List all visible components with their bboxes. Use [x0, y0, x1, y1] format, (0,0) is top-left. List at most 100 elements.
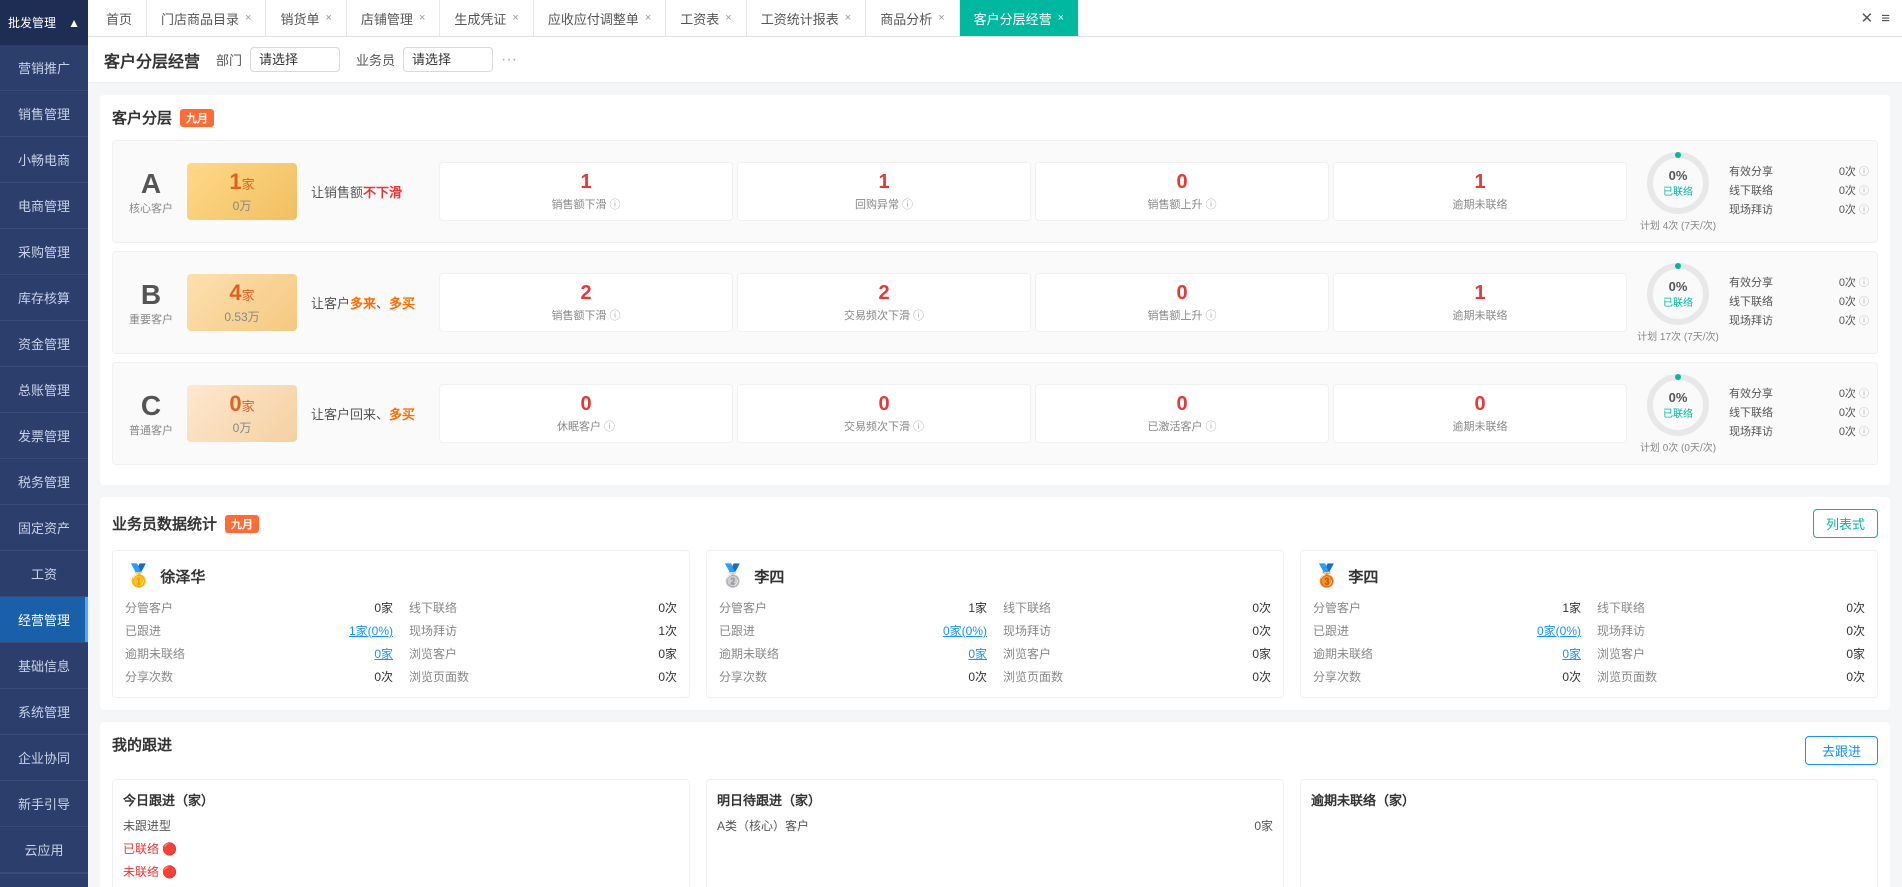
tab-close-icon[interactable]: × — [325, 12, 331, 24]
biz-name: 李四 — [754, 566, 784, 587]
sidebar-header[interactable]: 批发管理 ▲ — [0, 0, 88, 45]
tab-客户分层经营[interactable]: 客户分层经营× — [960, 0, 1079, 36]
medal-icon: 🥇 — [125, 563, 152, 589]
tab-close-all-icon[interactable]: ✕ — [1861, 9, 1874, 27]
stat-card[interactable]: 1回购异常 ⓘ — [737, 162, 1031, 221]
tier-row-C: C普通客户0家0万让客户回来、多买0休眠客户 ⓘ0交易频次下滑 ⓘ0已激活客户 … — [112, 362, 1878, 465]
sidebar-item-固定资产[interactable]: 固定资产 — [0, 505, 88, 551]
right-stat-item: 现场拜访0次 ⓘ — [1729, 312, 1869, 328]
tab-close-icon[interactable]: × — [512, 12, 518, 24]
sidebar-item-小畅电商[interactable]: 小畅电商 — [0, 137, 88, 183]
tier-suggestion-C: 让客户回来、多买 — [303, 404, 433, 423]
biz-row-value: 0次 — [658, 599, 677, 616]
stat-card[interactable]: 0已激活客户 ⓘ — [1035, 384, 1329, 443]
sidebar-item-发票管理[interactable]: 发票管理 — [0, 413, 88, 459]
circle-stat-A: 0% 已联络 计划 4次 (7天/次) — [1633, 151, 1723, 232]
page-title: 客户分层经营 — [104, 48, 200, 72]
biz-rows-2: 分管客户1家线下联络0次已跟进0家(0%)现场拜访0次逾期未联络0家浏览客户0家… — [1313, 599, 1865, 685]
biz-data-row: 浏览客户0家 — [409, 645, 677, 662]
month-badge: 九月 — [180, 109, 214, 127]
tab-close-icon[interactable]: × — [245, 12, 251, 24]
biz-row-value[interactable]: 0家 — [1562, 645, 1581, 662]
biz-title: 业务员数据统计 九月 — [112, 513, 259, 534]
tab-close-icon[interactable]: × — [938, 12, 944, 24]
tab-生成凭证[interactable]: 生成凭证× — [440, 0, 533, 36]
tab-应收应付调整单[interactable]: 应收应付调整单× — [534, 0, 666, 36]
stat-card[interactable]: 0交易频次下滑 ⓘ — [737, 384, 1031, 443]
right-stat-item: 现场拜访0次 ⓘ — [1729, 201, 1869, 217]
sidebar-item-系统管理[interactable]: 系统管理 — [0, 689, 88, 735]
tab-工资统计报表[interactable]: 工资统计报表× — [747, 0, 866, 36]
biz-row-value[interactable]: 0家(0%) — [1537, 622, 1581, 639]
goto-followup-button[interactable]: 去跟进 — [1805, 736, 1878, 765]
sidebar-item-工资[interactable]: 工资 — [0, 551, 88, 597]
sidebar-item-企业协同[interactable]: 企业协同 — [0, 735, 88, 781]
biz-data-row: 已跟进0家(0%) — [719, 622, 987, 639]
tab-首页[interactable]: 首页 — [92, 0, 147, 36]
biz-row-value[interactable]: 1家(0%) — [349, 622, 393, 639]
biz-row-value[interactable]: 0家 — [374, 645, 393, 662]
tab-商品分析[interactable]: 商品分析× — [866, 0, 959, 36]
biz-row-value: 0家 — [1846, 645, 1865, 662]
stat-card[interactable]: 1逾期未联络 — [1333, 162, 1627, 221]
sidebar-item-税务管理[interactable]: 税务管理 — [0, 459, 88, 505]
staff-label: 业务员 — [356, 50, 395, 69]
sidebar-item-新手引导[interactable]: 新手引导 — [0, 781, 88, 827]
tab-销货单[interactable]: 销货单× — [266, 0, 346, 36]
sidebar-item-电商管理[interactable]: 电商管理 — [0, 183, 88, 229]
tab-menu-icon[interactable]: ≡ — [1881, 10, 1890, 27]
biz-data-row: 线下联络0次 — [1597, 599, 1865, 616]
tier-suggestion-A: 让销售额不下滑 — [303, 182, 433, 201]
content-area: 客户分层经营 部门 请选择 业务员 请选择 ··· 客户分层 九月 A核心客户1 — [88, 37, 1902, 887]
sidebar-item-资金管理[interactable]: 资金管理 — [0, 321, 88, 367]
stat-card[interactable]: 0销售额上升 ⓘ — [1035, 273, 1329, 332]
more-filters-icon[interactable]: ··· — [501, 51, 517, 69]
sidebar-item-经营管理[interactable]: 经营管理 — [0, 597, 88, 643]
sidebar-item-基础信息[interactable]: 基础信息 — [0, 643, 88, 689]
stat-card[interactable]: 0休眠客户 ⓘ — [439, 384, 733, 443]
biz-data-row: 浏览页面数0次 — [1597, 668, 1865, 685]
stat-card[interactable]: 1销售额下滑 ⓘ — [439, 162, 733, 221]
biz-row-value: 0次 — [374, 668, 393, 685]
tab-close-icon[interactable]: × — [419, 12, 425, 24]
sidebar-settings[interactable]: ⚙ — [0, 873, 88, 887]
right-stat-item: 有效分享0次 ⓘ — [1729, 274, 1869, 290]
biz-data-row: 浏览页面数0次 — [1003, 668, 1271, 685]
sidebar-item-销售管理[interactable]: 销售管理 — [0, 91, 88, 137]
page-header: 客户分层经营 部门 请选择 业务员 请选择 ··· — [88, 37, 1902, 83]
tab-店铺管理[interactable]: 店铺管理× — [347, 0, 440, 36]
dept-label: 部门 — [216, 50, 242, 69]
stat-card[interactable]: 2交易频次下滑 ⓘ — [737, 273, 1031, 332]
sidebar-item-云应用[interactable]: 云应用 — [0, 827, 88, 873]
biz-data-row: 浏览客户0家 — [1003, 645, 1271, 662]
tab-close-icon[interactable]: × — [845, 12, 851, 24]
dept-select[interactable]: 请选择 — [250, 47, 340, 72]
stat-card[interactable]: 0销售额上升 ⓘ — [1035, 162, 1329, 221]
stat-card[interactable]: 1逾期未联络 — [1333, 273, 1627, 332]
sidebar-item-采购管理[interactable]: 采购管理 — [0, 229, 88, 275]
customer-tier-title: 客户分层 九月 — [112, 107, 1878, 128]
tier-count-box-B: 4家0.53万 — [187, 274, 297, 331]
stat-card[interactable]: 0逾期未联络 — [1333, 384, 1627, 443]
list-view-button[interactable]: 列表式 — [1813, 509, 1878, 538]
stat-card[interactable]: 2销售额下滑 ⓘ — [439, 273, 733, 332]
biz-data-row: 逾期未联络0家 — [719, 645, 987, 662]
biz-row-value[interactable]: 0家(0%) — [943, 622, 987, 639]
tab-close-icon[interactable]: × — [645, 12, 651, 24]
staff-select[interactable]: 请选择 — [403, 47, 493, 72]
sidebar-item-库存核算[interactable]: 库存核算 — [0, 275, 88, 321]
biz-row-value: 0家 — [374, 599, 393, 616]
sidebar-collapse-icon[interactable]: ▲ — [68, 16, 80, 30]
sidebar-item-总账管理[interactable]: 总账管理 — [0, 367, 88, 413]
biz-card-1: 🥈李四分管客户1家线下联络0次已跟进0家(0%)现场拜访0次逾期未联络0家浏览客… — [706, 550, 1284, 698]
staff-filter: 业务员 请选择 ··· — [356, 47, 517, 72]
tab-close-icon[interactable]: × — [1058, 12, 1064, 24]
tab-close-icon[interactable]: × — [725, 12, 731, 24]
followup-title: 我的跟进 — [112, 734, 172, 755]
biz-row-value[interactable]: 0家 — [968, 645, 987, 662]
biz-rows-1: 分管客户1家线下联络0次已跟进0家(0%)现场拜访0次逾期未联络0家浏览客户0家… — [719, 599, 1271, 685]
tab-门店商品目录[interactable]: 门店商品目录× — [147, 0, 266, 36]
tier-stats-A: 1销售额下滑 ⓘ1回购异常 ⓘ0销售额上升 ⓘ1逾期未联络 — [439, 162, 1627, 221]
tab-工资表[interactable]: 工资表× — [666, 0, 746, 36]
sidebar-item-营销推广[interactable]: 营销推广 — [0, 45, 88, 91]
